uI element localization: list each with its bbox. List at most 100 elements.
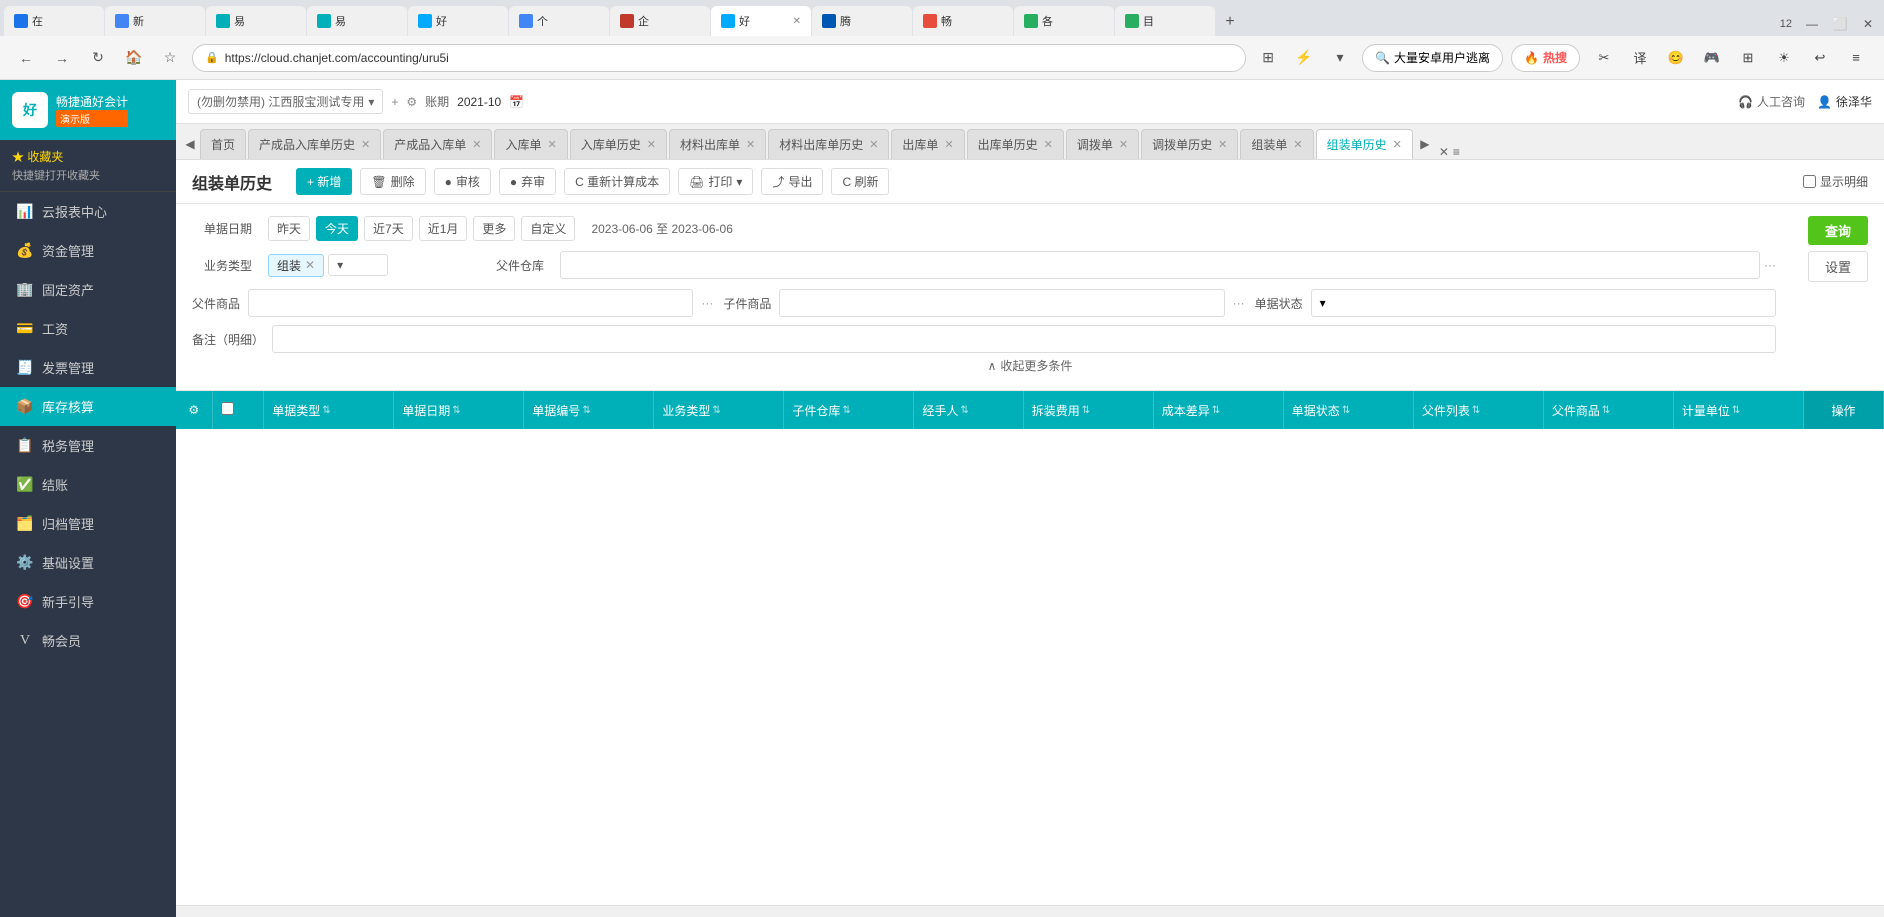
7days-button[interactable]: 近7天 [364,216,413,241]
favorites-title[interactable]: ★ 收藏夹 [12,148,164,165]
transfer-close[interactable]: ✕ [1119,138,1128,151]
new-button[interactable]: + 新增 [296,168,352,195]
hot-search-button[interactable]: 🔥 热搜 [1511,44,1580,72]
sidebar-item-settlement[interactable]: ✅ 结账 [0,465,176,504]
select-all-checkbox[interactable] [221,402,234,415]
support-button[interactable]: 🎧 人工咨询 [1738,93,1805,110]
transfer-history-close[interactable]: ✕ [1218,138,1227,151]
tab-2[interactable]: 新 [105,6,205,36]
biz-type-dropdown[interactable]: ▾ [328,254,388,276]
sidebar-logo[interactable]: 好 畅捷通好会计 演示版 [0,80,176,140]
page-tab-out-order[interactable]: 出库单 ✕ [891,129,964,159]
th-date[interactable]: 单据日期 ⇅ [394,391,524,429]
page-tab-transfer[interactable]: 调拨单 ✕ [1066,129,1139,159]
material-out-close[interactable]: ✕ [746,138,755,151]
translate-tool[interactable]: 译 [1624,42,1656,74]
page-tab-assembly-history[interactable]: 组装单历史 ✕ [1316,129,1413,159]
assembly-close[interactable]: ✕ [1293,138,1302,151]
th-child-warehouse[interactable]: 子件仓库 ⇅ [784,391,914,429]
sidebar-item-tax[interactable]: 📋 税务管理 [0,426,176,465]
page-tab-prod-in-history[interactable]: 产成品入库单历史 ✕ [248,129,381,159]
tab-12[interactable]: 目 [1115,6,1215,36]
browser-minimize-button[interactable]: — [1800,12,1824,36]
undo-tool[interactable]: ↩ [1804,42,1836,74]
collapse-button[interactable]: ∧ 收起更多条件 [988,357,1073,374]
new-tab-button[interactable]: + [1216,8,1244,36]
page-tab-in-history[interactable]: 入库单历史 ✕ [570,129,667,159]
page-tab-in-order[interactable]: 入库单 ✕ [494,129,567,159]
refresh-button-toolbar[interactable]: C 刷新 [831,168,889,195]
user-info[interactable]: 👤 徐泽华 [1817,93,1872,110]
in-history-close[interactable]: ✕ [647,138,656,151]
prod-in-history-close[interactable]: ✕ [361,138,370,151]
abandon-button[interactable]: ● 弃审 [499,168,556,195]
game-tool[interactable]: 🎮 [1696,42,1728,74]
recalc-button[interactable]: C 重新计算成本 [564,168,670,195]
page-tab-right-arrow[interactable]: ▶ [1415,129,1435,159]
address-input[interactable]: 🔒 https://cloud.chanjet.com/accounting/u… [192,44,1246,72]
th-number[interactable]: 单据编号 ⇅ [524,391,654,429]
sidebar-item-invoice[interactable]: 🧾 发票管理 [0,348,176,387]
th-unit[interactable]: 计量单位 ⇅ [1673,391,1803,429]
forward-button[interactable]: → [48,44,76,72]
tab-7[interactable]: 企 [610,6,710,36]
yesterday-button[interactable]: 昨天 [268,216,310,241]
out-order-close[interactable]: ✕ [944,138,953,151]
add-company-btn[interactable]: + [391,95,398,109]
home-button[interactable]: 🏠 [120,44,148,72]
menu-tool[interactable]: ≡ [1840,42,1872,74]
sidebar-item-archive[interactable]: 🗂️ 归档管理 [0,504,176,543]
th-type[interactable]: 单据类型 ⇅ [264,391,394,429]
tab-close-8[interactable]: ✕ [793,16,801,27]
display-detail-checkbox[interactable]: 显示明细 [1803,173,1868,190]
sidebar-item-reports[interactable]: 📊 云报表中心 [0,192,176,231]
th-parent-list[interactable]: 父件列表 ⇅ [1413,391,1543,429]
scissors-tool[interactable]: ✂ [1588,42,1620,74]
filter-settings-button[interactable]: 设置 [1808,251,1868,282]
settings-gear[interactable]: ⚙ [406,95,417,109]
status-dropdown[interactable]: ▾ [1311,289,1776,317]
sidebar-item-finance[interactable]: 💰 资金管理 [0,231,176,270]
parent-goods-more-icon[interactable]: ··· [701,296,713,310]
material-out-history-close[interactable]: ✕ [869,138,878,151]
notes-input[interactable] [272,325,1776,353]
page-tab-material-out-history[interactable]: 材料出库单历史 ✕ [768,129,889,159]
th-parent-goods[interactable]: 父件商品 ⇅ [1543,391,1673,429]
refresh-button[interactable]: ↻ [84,44,112,72]
parent-warehouse-input[interactable] [560,251,1760,279]
browser-restore-button[interactable]: ⬜ [1828,12,1852,36]
th-checkbox[interactable] [212,391,264,429]
child-goods-input[interactable] [779,289,1224,317]
th-disassembly-cost[interactable]: 拆装费用 ⇅ [1023,391,1153,429]
calendar-icon[interactable]: 📅 [509,95,524,109]
company-selector[interactable]: (勿删勿禁用) 江西服宝测试专用 ▾ [188,89,383,114]
tab-11[interactable]: 各 [1014,6,1114,36]
th-biz-type[interactable]: 业务类型 ⇅ [654,391,784,429]
page-tab-out-history[interactable]: 出库单历史 ✕ [967,129,1064,159]
page-tab-prod-in[interactable]: 产成品入库单 ✕ [383,129,492,159]
favorites-subtitle[interactable]: 快捷键打开收藏夹 [12,167,164,183]
parent-warehouse-more-icon[interactable]: ··· [1764,258,1776,272]
custom-date-button[interactable]: 自定义 [521,216,575,241]
bottom-scrollbar[interactable] [176,905,1884,917]
tab-1[interactable]: 在 [4,6,104,36]
qrcode-button[interactable]: ⊞ [1254,44,1282,72]
in-order-close[interactable]: ✕ [548,138,557,151]
sidebar-item-guide[interactable]: 🎯 新手引导 [0,582,176,621]
more-date-button[interactable]: 更多 [473,216,515,241]
delete-button[interactable]: 🗑 删除 [360,168,425,195]
search-button[interactable]: 🔍 大量安卓用户逃离 [1362,44,1503,72]
page-tab-home[interactable]: 首页 [200,129,246,159]
page-tab-transfer-history[interactable]: 调拨单历史 ✕ [1141,129,1238,159]
export-button[interactable]: ⤴ 导出 [761,168,823,195]
brightness-tool[interactable]: ☀ [1768,42,1800,74]
tab-10[interactable]: 畅 [913,6,1013,36]
today-button[interactable]: 今天 [316,216,358,241]
back-button[interactable]: ← [12,44,40,72]
assembly-history-close[interactable]: ✕ [1393,138,1402,151]
tab-3[interactable]: 易 [206,6,306,36]
print-button[interactable]: 🖨 打印 ▾ [678,168,753,195]
tab-more-options[interactable]: ≡ [1453,145,1460,159]
sidebar-item-inventory[interactable]: 📦 库存核算 [0,387,176,426]
page-tab-left-arrow[interactable]: ◀ [180,129,200,159]
